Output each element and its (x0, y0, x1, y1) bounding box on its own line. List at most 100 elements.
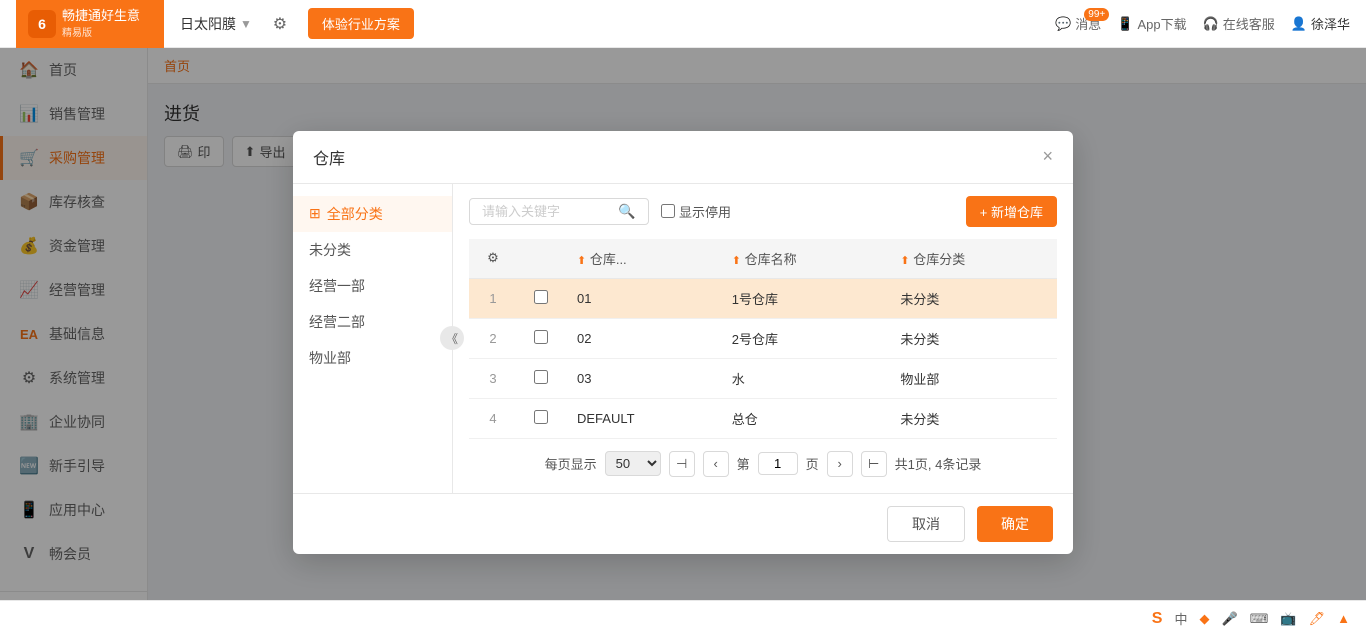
category-item-ops2[interactable]: 经营二部 (293, 304, 452, 340)
logo-area: 6 畅捷通好生意 精易版 (16, 0, 164, 48)
notification-badge: 99+ (1084, 8, 1109, 21)
store-name: 日太阳膜 (180, 14, 236, 34)
col-category-header[interactable]: ⬆ 仓库分类 (888, 239, 1057, 279)
logo-title: 畅捷通好生意 (62, 8, 140, 24)
customer-service-button[interactable]: 🎧 在线客服 (1203, 14, 1275, 33)
grid-icon: ⊞ (309, 205, 321, 222)
user-icon: 👤 (1291, 16, 1307, 32)
next-page-icon: › (838, 456, 842, 471)
modal-close-button[interactable]: × (1042, 146, 1053, 167)
row-checkbox-2[interactable] (517, 318, 565, 358)
add-warehouse-button[interactable]: + 新增仓库 (966, 196, 1057, 227)
collapse-icon: 《 (446, 330, 458, 347)
category-item-ops1[interactable]: 经营一部 (293, 268, 452, 304)
warehouse-table: ⚙ ⬆ 仓库... ⬆ 仓库名称 ⬆ 仓库分类 (469, 239, 1057, 439)
user-name: 徐泽华 (1311, 14, 1350, 33)
row-code-2: 02 (565, 318, 720, 358)
row-code-3: 03 (565, 358, 720, 398)
modal-header: 仓库 × (293, 131, 1073, 184)
notifications-button[interactable]: 💬 消息 99+ (1055, 14, 1101, 33)
taskbar-monitor-icon[interactable]: 📺 (1280, 611, 1296, 627)
logo-text-block: 畅捷通好生意 精易版 (62, 8, 140, 39)
prev-page-button[interactable]: ‹ (703, 451, 729, 477)
row-category-4: 未分类 (888, 398, 1057, 438)
row-num-2: 2 (469, 318, 517, 358)
taskbar-up-icon[interactable]: ▲ (1337, 611, 1350, 626)
header-right: 💬 消息 99+ 📱 App下载 🎧 在线客服 👤 徐泽华 (1055, 14, 1350, 33)
row-num-1: 1 (469, 278, 517, 318)
row-code-1: 01 (565, 278, 720, 318)
page-prefix-label: 第 (737, 454, 750, 473)
message-icon: 💬 (1055, 16, 1071, 32)
table-row[interactable]: 1 01 1号仓库 未分类 (469, 278, 1057, 318)
user-profile[interactable]: 👤 徐泽华 (1291, 14, 1350, 33)
last-page-button[interactable]: ⊢ (861, 451, 887, 477)
taskbar-keyboard-icon[interactable]: ⌨ (1250, 611, 1269, 627)
table-panel: 🔍 显示停用 + 新增仓库 ⚙ ⬆ 仓 (453, 184, 1073, 493)
modal-body: ⊞ 全部分类 未分类 经营一部 经营二部 物业部 《 🔍 (293, 184, 1073, 493)
page-number-input[interactable] (758, 452, 798, 475)
confirm-button[interactable]: 确定 (977, 506, 1053, 542)
col-checkbox-header (517, 239, 565, 279)
col-code-header[interactable]: ⬆ 仓库... (565, 239, 720, 279)
row-name-3: 水 (720, 358, 889, 398)
pagination-bar: 每页显示 50 10 20 100 ⊣ ‹ 第 页 (469, 439, 1057, 481)
category-all[interactable]: ⊞ 全部分类 (293, 196, 452, 232)
per-page-label: 每页显示 (545, 454, 597, 473)
settings-button[interactable]: ⚙ (264, 8, 296, 40)
search-input[interactable] (478, 199, 618, 224)
top-header: 6 畅捷通好生意 精易版 日太阳膜 ▼ ⚙ 体验行业方案 💬 消息 99+ 📱 … (0, 0, 1366, 48)
app-icon: 📱 (1117, 16, 1133, 32)
row-name-1: 1号仓库 (720, 278, 889, 318)
row-checkbox-4[interactable] (517, 398, 565, 438)
app-download-button[interactable]: 📱 App下载 (1117, 14, 1186, 33)
col-name-header[interactable]: ⬆ 仓库名称 (720, 239, 889, 279)
last-page-icon: ⊢ (868, 456, 879, 472)
sort-icon-name: ⬆ (732, 255, 741, 267)
taskbar-s-icon[interactable]: S (1152, 610, 1163, 628)
show-disabled-text: 显示停用 (679, 202, 731, 221)
row-num-3: 3 (469, 358, 517, 398)
warehouse-modal: 仓库 × ⊞ 全部分类 未分类 经营一部 经营二部 物业部 《 (293, 131, 1073, 554)
taskbar-mic-icon[interactable]: 🎤 (1221, 611, 1237, 627)
modal-title: 仓库 (313, 145, 345, 169)
show-disabled-checkbox[interactable] (661, 204, 675, 218)
per-page-select[interactable]: 50 10 20 100 (605, 451, 661, 476)
row-checkbox-1[interactable] (517, 278, 565, 318)
search-input-wrap: 🔍 (469, 198, 649, 225)
table-body: 1 01 1号仓库 未分类 2 02 2号仓库 未分类 (469, 278, 1057, 438)
store-selector[interactable]: 日太阳膜 ▼ (180, 14, 252, 34)
store-chevron-icon: ▼ (240, 17, 252, 31)
first-page-icon: ⊣ (676, 456, 687, 472)
prev-page-icon: ‹ (713, 456, 717, 471)
search-icon[interactable]: 🔍 (618, 203, 635, 220)
table-row[interactable]: 2 02 2号仓库 未分类 (469, 318, 1057, 358)
first-page-button[interactable]: ⊣ (669, 451, 695, 477)
category-panel: ⊞ 全部分类 未分类 经营一部 经营二部 物业部 《 (293, 184, 453, 493)
row-name-2: 2号仓库 (720, 318, 889, 358)
logo-abbr: 6 (38, 16, 46, 32)
cancel-button[interactable]: 取消 (887, 506, 965, 542)
gear-icon: ⚙ (273, 14, 287, 34)
logo-icon: 6 (28, 10, 56, 38)
col-settings-header[interactable]: ⚙ (469, 239, 517, 279)
total-records-label: 共1页, 4条记录 (895, 454, 982, 473)
taskbar-dot-icon[interactable]: ◆ (1199, 611, 1209, 627)
modal-footer: 取消 确定 (293, 493, 1073, 554)
table-row[interactable]: 4 DEFAULT 总仓 未分类 (469, 398, 1057, 438)
next-page-button[interactable]: › (827, 451, 853, 477)
row-checkbox-3[interactable] (517, 358, 565, 398)
category-all-label: 全部分类 (327, 204, 383, 224)
taskbar: S 中 ◆ 🎤 ⌨ 📺 🖊 ▲ (0, 600, 1366, 636)
row-num-4: 4 (469, 398, 517, 438)
category-item-unclassified[interactable]: 未分类 (293, 232, 452, 268)
taskbar-pen-icon[interactable]: 🖊 (1309, 611, 1326, 627)
taskbar-zh-icon[interactable]: 中 (1174, 609, 1187, 628)
table-row[interactable]: 3 03 水 物业部 (469, 358, 1057, 398)
table-header: ⚙ ⬆ 仓库... ⬆ 仓库名称 ⬆ 仓库分类 (469, 239, 1057, 279)
show-disabled-label: 显示停用 (661, 202, 731, 221)
collapse-panel-button[interactable]: 《 (440, 326, 464, 350)
header-main: 日太阳膜 ▼ ⚙ 体验行业方案 (164, 8, 1055, 40)
trial-button[interactable]: 体验行业方案 (308, 8, 414, 39)
category-item-property[interactable]: 物业部 (293, 340, 452, 376)
